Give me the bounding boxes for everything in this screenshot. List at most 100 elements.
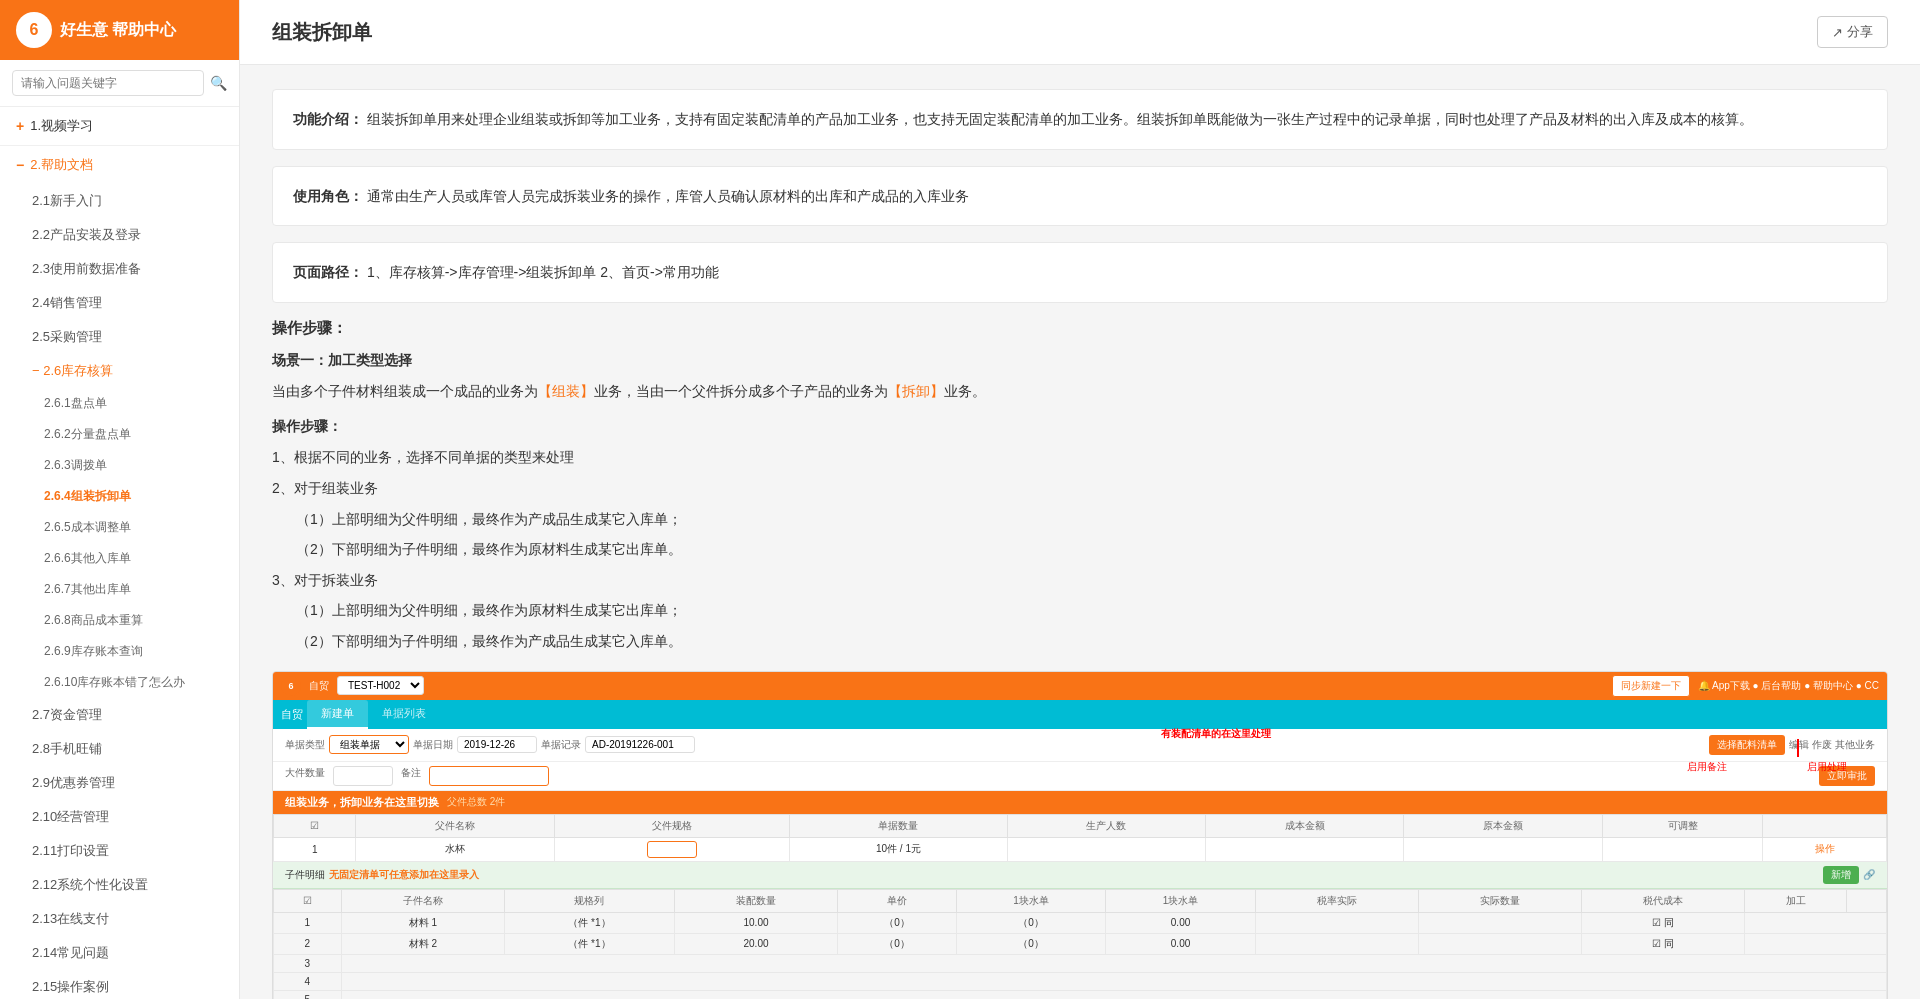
table-row: 3: [274, 954, 1887, 972]
sidebar-item-help-docs[interactable]: − 2.帮助文档: [0, 146, 239, 184]
path-text: 1、库存核算->库存管理->组装拆卸单 2、首页->常用功能: [367, 264, 719, 280]
table-row: 4: [274, 972, 1887, 990]
mock-qty-input[interactable]: [333, 766, 393, 786]
sidebar-item-finance[interactable]: 2.7资金管理: [0, 698, 239, 732]
mock-th-doc-qty: 单据数量: [790, 814, 1007, 837]
mock-field-type: 单据类型 组装单据 拆卸单据: [285, 735, 409, 755]
mock-parent-action-btn[interactable]: 操作: [1815, 842, 1835, 856]
sidebar-item-install[interactable]: 2.2产品安装及登录: [0, 218, 239, 252]
mock-type-select[interactable]: 组装单据 拆卸单据: [329, 735, 409, 754]
annotation-bom-label: 有装配清单的在这里处理: [1161, 727, 1271, 741]
nav-group-1: + 1.视频学习: [0, 107, 239, 146]
sidebar-item-print[interactable]: 2.11打印设置: [0, 834, 239, 868]
role-text: 通常由生产人员或库管人员完成拆装业务的操作，库管人员确认原材料的出库和产成品的入…: [367, 188, 969, 204]
role-block: 使用角色： 通常由生产人员或库管人员完成拆装业务的操作，库管人员确认原材料的出库…: [272, 166, 1888, 227]
mock-th-cost: 成本金额: [1205, 814, 1403, 837]
sidebar-item-inventory-2.6.4[interactable]: 2.6.4组装拆卸单: [0, 481, 239, 512]
sidebar-title: 好生意 帮助中心: [60, 20, 176, 41]
sidebar-item-mobile[interactable]: 2.8手机旺铺: [0, 732, 239, 766]
search-input[interactable]: [12, 70, 204, 96]
mock-parent-bar: 组装业务，拆卸业务在这里切换 父件总数 2件: [273, 791, 1887, 814]
sidebar-header: 6 好生意 帮助中心: [0, 0, 239, 60]
mock-th-sel: ☑: [274, 814, 356, 837]
sidebar-item-inventory-2.6.9[interactable]: 2.6.9库存账本查询: [0, 636, 239, 667]
sidebar-item-inventory-2.6.7[interactable]: 2.6.7其他出库单: [0, 574, 239, 605]
mock-sync-btn[interactable]: 同步新建一下: [1612, 675, 1690, 697]
sidebar-item-video[interactable]: + 1.视频学习: [0, 107, 239, 145]
mock-parent-table-wrapper: ☑ 父件名称 父件规格 单据数量 生产人数 成本金额 原本金额 可调整: [273, 814, 1887, 862]
role-label: 使用角色：: [293, 188, 363, 204]
step-1: 1、根据不同的业务，选择不同单据的类型来处理: [272, 444, 1888, 471]
mock-th-action: [1763, 814, 1887, 837]
sidebar-item-mgmt[interactable]: 2.10经营管理: [0, 800, 239, 834]
mock-field-no: 单据记录: [541, 735, 695, 755]
sidebar-item-payment[interactable]: 2.13在线支付: [0, 902, 239, 936]
mock-edit-area: 编辑 作废 其他业务: [1789, 735, 1875, 755]
intro-text: 组装拆卸单用来处理企业组装或拆卸等加工业务，支持有固定装配清单的产品加工业务，也…: [367, 111, 1753, 127]
share-button[interactable]: ↗ 分享: [1817, 16, 1888, 48]
table-row: 1 材料 1 （件 *1） 10.00 （0） （0） 0.00 ☑ 同: [274, 912, 1887, 933]
collapse-icon: −: [16, 157, 24, 173]
sidebar-item-data-prep[interactable]: 2.3使用前数据准备: [0, 252, 239, 286]
mock-parent-table: ☑ 父件名称 父件规格 单据数量 生产人数 成本金额 原本金额 可调整: [273, 814, 1887, 862]
step-3-2: （2）下部明细为子件明细，最终作为产成品生成某它入库单。: [272, 628, 1888, 655]
ops-title: 操作步骤：: [272, 319, 1888, 338]
mock-logo: 6: [281, 676, 301, 696]
mock-company: 自贸: [309, 679, 329, 693]
step-3: 3、对于拆装业务: [272, 567, 1888, 594]
mock-th-prod-qty: 生产人数: [1007, 814, 1205, 837]
main-content: 组装拆卸单 ↗ 分享 功能介绍： 组装拆卸单用来处理企业组装或拆卸等加工业务，支…: [240, 0, 1920, 999]
sidebar-item-inventory-2.6.10[interactable]: 2.6.10库存账本错了怎么办: [0, 667, 239, 698]
expand-icon: +: [16, 118, 24, 134]
screenshot-container: 6 自贸 TEST-H002 同步新建一下 🔔 App下载 ● 后台帮助 ● 帮…: [272, 671, 1888, 999]
mock-date-input[interactable]: [457, 736, 537, 753]
step-2: 2、对于组装业务: [272, 475, 1888, 502]
nav-list: + 1.视频学习 − 2.帮助文档 2.1新手入门 2.2产品安装及登录 2.3…: [0, 107, 239, 999]
sidebar-item-cases[interactable]: 2.15操作案例: [0, 970, 239, 999]
mock-parent-spec-input[interactable]: [647, 841, 697, 858]
search-button[interactable]: 🔍: [210, 75, 227, 91]
sidebar-item-faq[interactable]: 2.14常见问题: [0, 936, 239, 970]
sidebar-item-inventory-2.6.2[interactable]: 2.6.2分量盘点单: [0, 419, 239, 450]
mock-add-child-btn[interactable]: 新增: [1823, 866, 1859, 884]
mock-form-row2: 大件数量 备注 立即审批 启用备注 启用处理: [273, 762, 1887, 791]
mock-child-bar: 子件明细 无固定清单可任意添加在这里录入 新增 🔗: [273, 862, 1887, 889]
table-row: 2 材料 2 （件 *1） 20.00 （0） （0） 0.00 ☑ 同: [274, 933, 1887, 954]
mock-no-input[interactable]: [585, 736, 695, 753]
annotation-bom-arrow: [1797, 739, 1799, 757]
path-label: 页面路径：: [293, 264, 363, 280]
mock-new-tab[interactable]: 新建单: [307, 700, 368, 729]
sidebar-item-inventory-2.6.3[interactable]: 2.6.3调拨单: [0, 450, 239, 481]
mock-parent-thead: ☑ 父件名称 父件规格 单据数量 生产人数 成本金额 原本金额 可调整: [274, 814, 1887, 837]
sidebar-item-sales[interactable]: 2.4销售管理: [0, 286, 239, 320]
logo: 6: [16, 12, 52, 48]
sidebar-item-inventory-2.6.5[interactable]: 2.6.5成本调整单: [0, 512, 239, 543]
mock-form-row1: 单据类型 组装单据 拆卸单据 单据日期 单据记录: [273, 729, 1887, 762]
mock-th-parent-name: 父件名称: [356, 814, 554, 837]
intro-block: 功能介绍： 组装拆卸单用来处理企业组装或拆卸等加工业务，支持有固定装配清单的产品…: [272, 89, 1888, 150]
mock-app: 6 自贸 TEST-H002 同步新建一下 🔔 App下载 ● 后台帮助 ● 帮…: [273, 672, 1887, 999]
search-box: 🔍: [0, 60, 239, 107]
mock-note-input[interactable]: [429, 766, 549, 786]
sidebar-item-inventory-2.6.6[interactable]: 2.6.6其他入库单: [0, 543, 239, 574]
sidebar-item-inventory[interactable]: − 2.6库存核算: [0, 354, 239, 388]
mock-select-bom-btn[interactable]: 选择配料清单: [1709, 735, 1785, 755]
scenario1-title: 场景一：加工类型选择: [272, 352, 1888, 370]
inventory-subitems: 2.6.1盘点单 2.6.2分量盘点单 2.6.3调拨单 2.6.4组装拆卸单 …: [0, 388, 239, 698]
mock-child-tbody: 1 材料 1 （件 *1） 10.00 （0） （0） 0.00 ☑ 同: [274, 912, 1887, 999]
sidebar: 6 好生意 帮助中心 🔍 + 1.视频学习 − 2.帮助文档 2.1新手入门: [0, 0, 240, 999]
page-title: 组装拆卸单: [272, 19, 372, 46]
mock-parent-section: 组装业务，拆卸业务在这里切换 父件总数 2件: [273, 791, 1887, 814]
ops-steps-block: 操作步骤： 场景一：加工类型选择 当由多个子件材料组装成一个成品的业务为【组装】…: [272, 319, 1888, 655]
sidebar-item-purchase[interactable]: 2.5采购管理: [0, 320, 239, 354]
mock-icons-area: 🔔 App下载 ● 后台帮助 ● 帮助中心 ● CC: [1698, 679, 1879, 693]
mock-list-tab[interactable]: 单据列表: [368, 700, 440, 729]
collapse-inventory-icon: −: [32, 363, 40, 378]
sidebar-item-coupon[interactable]: 2.9优惠券管理: [0, 766, 239, 800]
sidebar-item-customize[interactable]: 2.12系统个性化设置: [0, 868, 239, 902]
sidebar-item-inventory-2.6.1[interactable]: 2.6.1盘点单: [0, 388, 239, 419]
sidebar-item-inventory-2.6.8[interactable]: 2.6.8商品成本重算: [0, 605, 239, 636]
mock-company-select[interactable]: TEST-H002: [337, 676, 424, 695]
step-2-2: （2）下部明细为子件明细，最终作为原材料生成某它出库单。: [272, 536, 1888, 563]
sidebar-item-newbie[interactable]: 2.1新手入门: [0, 184, 239, 218]
